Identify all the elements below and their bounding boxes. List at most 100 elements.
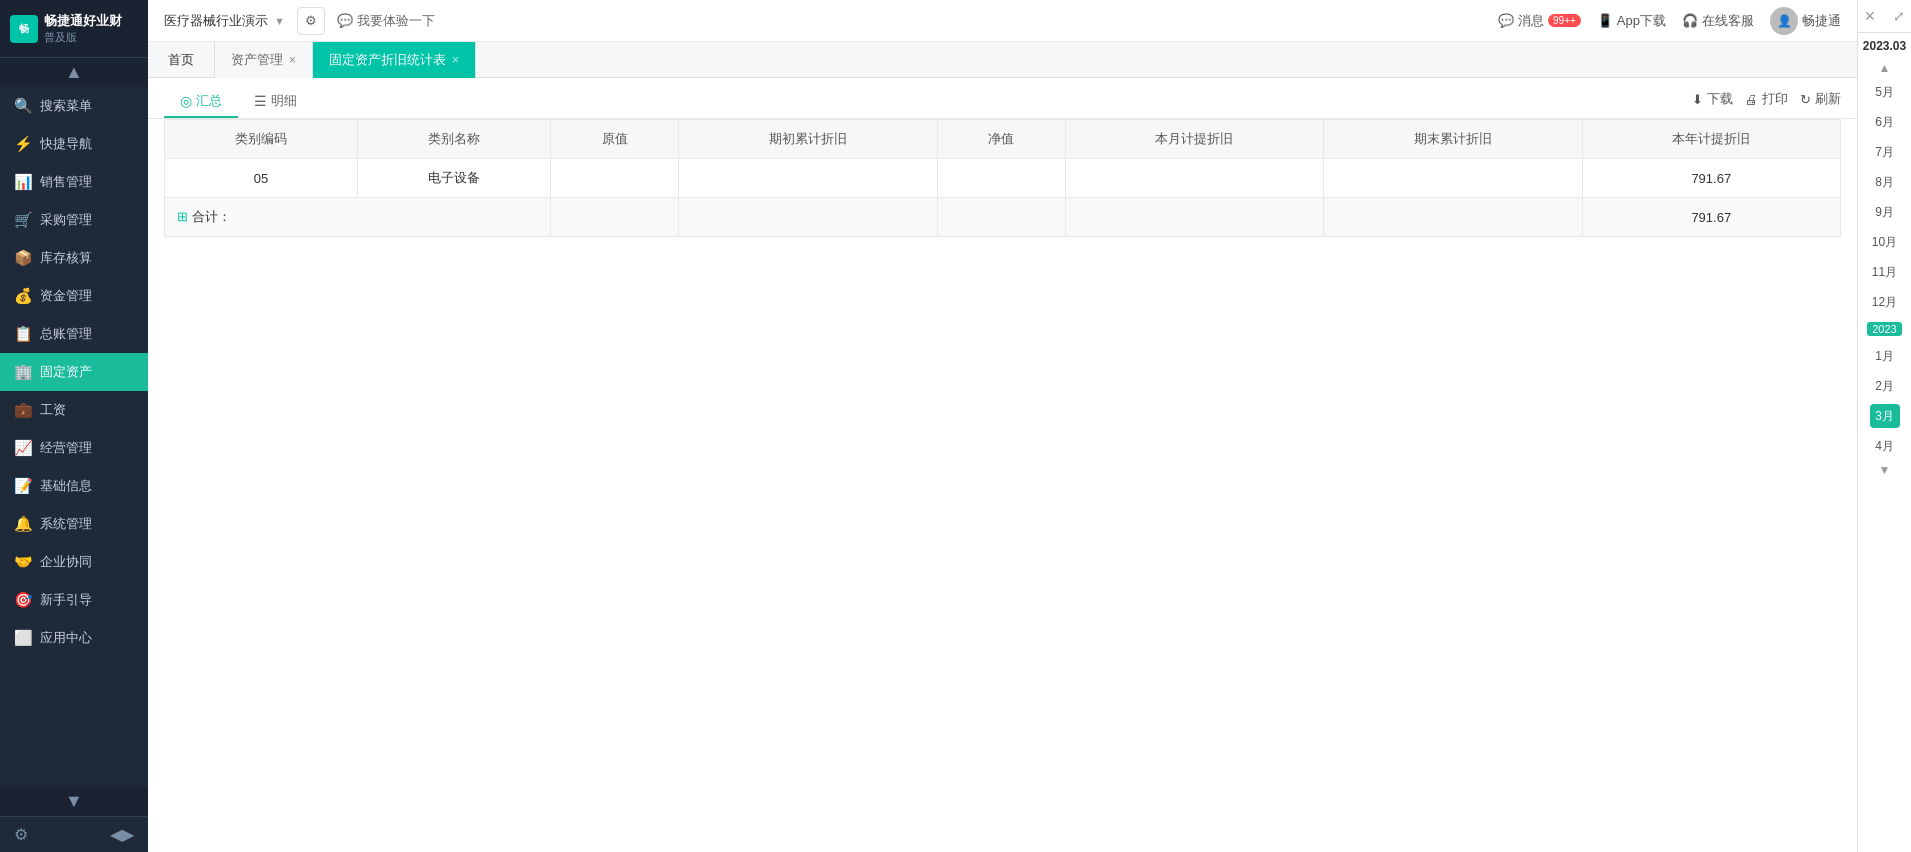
sidebar-item-sales[interactable]: 📊 销售管理 — [0, 163, 148, 201]
tab-asset-mgmt-close[interactable]: × — [289, 53, 296, 67]
sidebar-item-basic-info[interactable]: 📝 基础信息 — [0, 467, 148, 505]
month-item[interactable]: 7月 — [1858, 137, 1911, 167]
sidebar-scroll-down[interactable]: ▼ — [65, 791, 83, 812]
right-panel-expand[interactable]: ⤢ — [1891, 6, 1907, 26]
month-item[interactable]: 5月 — [1858, 77, 1911, 107]
notification-icon: 💬 — [1498, 13, 1514, 28]
table-row: 05 电子设备 791.67 — [165, 159, 1841, 198]
col-period-end-acc: 期末累计折旧 — [1324, 120, 1582, 159]
cell-net-value — [937, 159, 1065, 198]
month-item[interactable]: 12月 — [1858, 287, 1911, 317]
badge-plus: + — [1570, 15, 1576, 26]
sidebar-label-finance: 资金管理 — [40, 287, 92, 305]
subtab-summary-label: 汇总 — [196, 92, 222, 110]
month-item[interactable]: 9月 — [1858, 197, 1911, 227]
sidebar-menu: 🔍 搜索菜单 ⚡ 快捷导航 📊 销售管理 🛒 采购管理 📦 库存核算 💰 资金管… — [0, 87, 148, 787]
company-selector[interactable]: 医疗器械行业演示 ▼ — [164, 12, 285, 30]
main-content: 医疗器械行业演示 ▼ ⚙ 💬 我要体验一下 💬 消息 99++ 📱 App下载 … — [148, 0, 1857, 852]
sidebar-item-salary[interactable]: 💼 工资 — [0, 391, 148, 429]
download-button[interactable]: ⬇ 下载 — [1692, 90, 1733, 108]
sidebar-label-basic-info: 基础信息 — [40, 477, 92, 495]
month-nav-up[interactable]: ▲ — [1879, 59, 1891, 77]
tab-depreciation-close[interactable]: × — [452, 53, 459, 67]
sidebar-item-finance[interactable]: 💰 资金管理 — [0, 277, 148, 315]
sidebar-item-search[interactable]: 🔍 搜索菜单 — [0, 87, 148, 125]
cell-name: 电子设备 — [358, 159, 551, 198]
ledger-icon: 📋 — [14, 325, 32, 343]
basic-info-icon: 📝 — [14, 477, 32, 495]
tabbar: 首页 资产管理 × 固定资产折旧统计表 × — [148, 42, 1857, 78]
summary-original — [551, 198, 679, 237]
topbar: 医疗器械行业演示 ▼ ⚙ 💬 我要体验一下 💬 消息 99++ 📱 App下载 … — [148, 0, 1857, 42]
sidebar-item-inventory[interactable]: 📦 库存核算 — [0, 239, 148, 277]
month-item[interactable]: 3月 — [1858, 401, 1911, 431]
sidebar-item-app-center[interactable]: ⬜ 应用中心 — [0, 619, 148, 657]
download-label: App下载 — [1617, 12, 1666, 30]
col-original: 原值 — [551, 120, 679, 159]
month-item[interactable]: 6月 — [1858, 107, 1911, 137]
summary-yearly-dep: 791.67 — [1582, 198, 1840, 237]
subtab-detail[interactable]: ☰ 明细 — [238, 86, 313, 118]
app-name: 畅捷通好业财 — [44, 12, 122, 30]
sidebar-footer: ⚙ ◀▶ — [0, 816, 148, 852]
settings-button[interactable]: ⚙ — [297, 7, 325, 35]
sidebar-item-operations[interactable]: 📈 经营管理 — [0, 429, 148, 467]
sidebar-scroll-up[interactable]: ▲ — [65, 62, 83, 83]
summary-expand-icon[interactable]: ⊞ — [177, 209, 188, 224]
month-circle: 12月 — [1870, 290, 1900, 314]
month-item[interactable]: 4月 — [1858, 431, 1911, 461]
service-icon: 🎧 — [1682, 13, 1698, 28]
print-button[interactable]: 🖨 打印 — [1745, 90, 1788, 108]
sidebar-item-ledger[interactable]: 📋 总账管理 — [0, 315, 148, 353]
notification-button[interactable]: 💬 消息 99++ — [1498, 12, 1581, 30]
month-item[interactable]: 1月 — [1858, 341, 1911, 371]
refresh-button[interactable]: ↻ 刷新 — [1800, 90, 1841, 108]
service-button[interactable]: 🎧 在线客服 — [1682, 12, 1754, 30]
avatar: 👤 — [1770, 7, 1798, 35]
sidebar-item-cooperation[interactable]: 🤝 企业协同 — [0, 543, 148, 581]
cooperation-icon: 🤝 — [14, 553, 32, 571]
sidebar-item-system[interactable]: 🔔 系统管理 — [0, 505, 148, 543]
month-circle: 2月 — [1870, 374, 1900, 398]
refresh-label: 刷新 — [1815, 90, 1841, 108]
sidebar-label-fixed-assets: 固定资产 — [40, 363, 92, 381]
sidebar-item-purchase[interactable]: 🛒 采购管理 — [0, 201, 148, 239]
settings-icon[interactable]: ⚙ — [14, 825, 28, 844]
right-panel-close[interactable]: ✕ — [1862, 6, 1878, 26]
subtab-detail-label: 明细 — [271, 92, 297, 110]
download-button[interactable]: 📱 App下载 — [1597, 12, 1666, 30]
app-title-block: 畅捷通好业财 普及版 — [44, 12, 122, 45]
sidebar-item-fixed-assets[interactable]: 🏢 固定资产 — [0, 353, 148, 391]
notification-label: 消息 — [1518, 12, 1544, 30]
tab-home[interactable]: 首页 — [148, 42, 215, 78]
sidebar-item-guide[interactable]: 🎯 新手引导 — [0, 581, 148, 619]
month-nav-down[interactable]: ▼ — [1879, 461, 1891, 479]
month-circle: 3月 — [1870, 404, 1900, 428]
month-item[interactable]: 2月 — [1858, 371, 1911, 401]
refresh-icon: ↻ — [1800, 92, 1811, 107]
user-name: 畅捷通 — [1802, 12, 1841, 30]
subtab-summary[interactable]: ◎ 汇总 — [164, 86, 238, 118]
collapse-icon[interactable]: ◀▶ — [110, 825, 134, 844]
month-item[interactable]: 10月 — [1858, 227, 1911, 257]
table-container: 类别编码 类别名称 原值 期初累计折旧 净值 本月计提折旧 期末累计折旧 本年计… — [148, 119, 1857, 852]
month-item[interactable]: 8月 — [1858, 167, 1911, 197]
cell-original — [551, 159, 679, 198]
month-circle: 11月 — [1870, 260, 1900, 284]
experience-button[interactable]: 💬 我要体验一下 — [337, 12, 435, 30]
sidebar-header: 畅 畅捷通好业财 普及版 — [0, 0, 148, 58]
system-icon: 🔔 — [14, 515, 32, 533]
year-tag: 2023 — [1858, 317, 1911, 341]
user-button[interactable]: 👤 畅捷通 — [1770, 7, 1841, 35]
app-logo: 畅 — [10, 15, 38, 43]
download-label: 下载 — [1707, 90, 1733, 108]
sidebar-item-quick-nav[interactable]: ⚡ 快捷导航 — [0, 125, 148, 163]
company-name: 医疗器械行业演示 — [164, 12, 268, 30]
experience-label: 我要体验一下 — [357, 12, 435, 30]
sidebar-label-purchase: 采购管理 — [40, 211, 92, 229]
month-item[interactable]: 11月 — [1858, 257, 1911, 287]
tab-depreciation[interactable]: 固定资产折旧统计表 × — [313, 42, 476, 78]
cell-initial-acc — [679, 159, 937, 198]
tab-asset-mgmt[interactable]: 资产管理 × — [215, 42, 313, 78]
inventory-icon: 📦 — [14, 249, 32, 267]
